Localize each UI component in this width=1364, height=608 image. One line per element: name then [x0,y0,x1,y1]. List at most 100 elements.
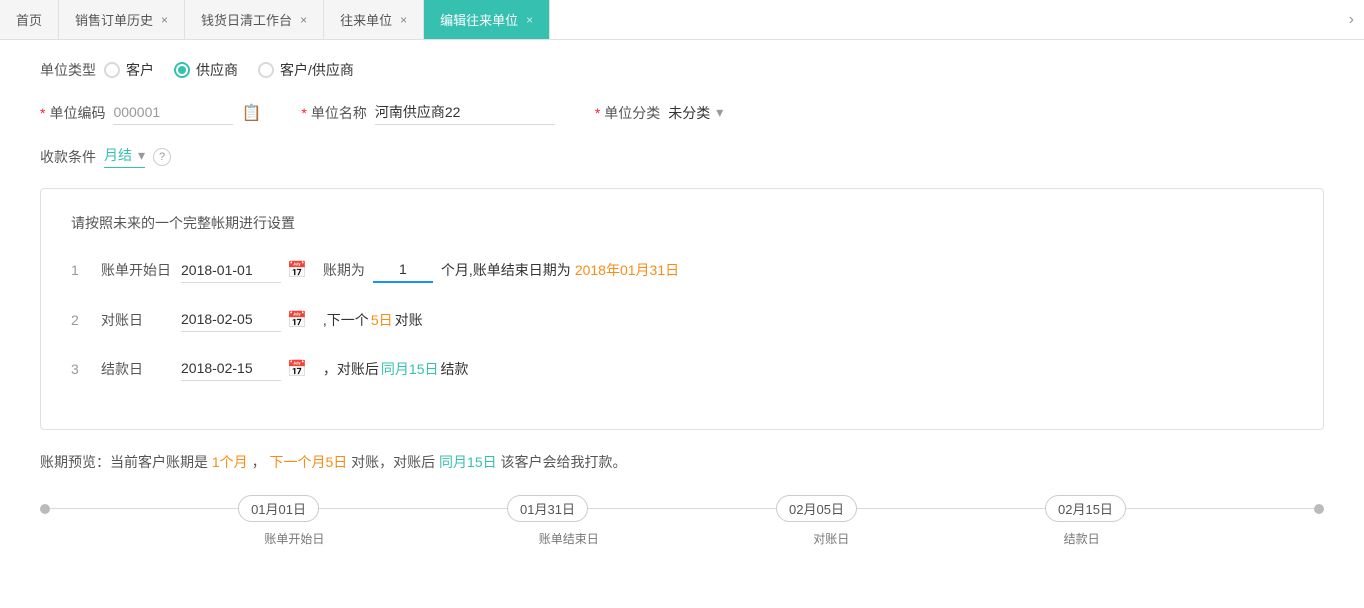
unit-category-dropdown-icon[interactable]: ▾ [716,104,723,121]
preview-item2: 下一个月5日 [269,454,347,470]
timeline-line-5 [1126,508,1314,509]
unit-category-label: 单位分类 [604,103,660,123]
timeline-node-4: 02月15日 [1045,495,1126,522]
tab-home[interactable]: 首页 [0,0,59,39]
row-1-label: 账单开始日 [101,260,181,280]
timeline-line-2 [319,508,507,509]
payment-dropdown[interactable]: 月结 ▾ [104,145,145,168]
unit-category-star: * [595,105,600,121]
tab-partners-label: 往来单位 [340,10,392,29]
unit-code-copy-icon[interactable]: 📋 [241,103,261,123]
unit-code-star: * [40,105,45,121]
row-3-date-input[interactable] [181,356,281,381]
row-2-num: 2 [71,312,101,328]
timeline-label-4-text: 结款日 [1064,530,1100,547]
row-3-label: 结款日 [101,359,181,379]
row-1-desc-prefix: 账期为 [323,260,365,280]
radio-both-label: 客户/供应商 [280,60,354,80]
radio-supplier-label: 供应商 [196,60,238,80]
radio-both-circle [258,62,274,78]
tab-edit-partner-close[interactable]: × [526,13,533,27]
tab-sales-history-label: 销售订单历史 [75,10,153,29]
preview-prefix: 账期预览：当前客户账期是 [40,454,208,470]
row-2-desc1: ,下一个 [323,310,369,330]
radio-both[interactable]: 客户/供应商 [258,60,354,80]
timeline-node-2: 01月31日 [507,495,588,522]
timeline-line-4 [857,508,1045,509]
unit-code-input[interactable] [113,100,233,125]
unit-name-input[interactable] [375,100,555,125]
row-2-label: 对账日 [101,310,181,330]
tab-cash-clear[interactable]: 钱货日清工作台 × [185,0,324,39]
row-1-highlight-date: 2018年01月31日 [575,260,679,280]
radio-customer-label: 客户 [126,60,154,80]
tab-home-label: 首页 [16,10,42,29]
radio-customer-circle [104,62,120,78]
unit-type-row: 单位类型 客户 供应商 客户/供应商 [40,60,1324,80]
tab-sales-history[interactable]: 销售订单历史 × [59,0,185,39]
timeline-date-2: 01月31日 [507,495,588,522]
timeline-track: 01月01日 01月31日 02月05日 02月15日 [40,495,1324,522]
unit-code-label: 单位编码 [49,103,105,123]
timeline-date-1: 01月01日 [238,495,319,522]
row-3-highlight: 同月15日 [381,359,439,379]
timeline-label-1: 账单开始日 [264,530,324,547]
row-3-desc1: ，对账后 [323,359,379,379]
payment-dropdown-arrow[interactable]: ▾ [138,147,145,164]
preview-section: 账期预览：当前客户账期是 1个月 ， 下一个月5日 对账，对账后 同月15日 该… [40,450,1324,475]
timeline-line-1 [50,508,238,509]
timeline-line-3 [588,508,776,509]
radio-supplier[interactable]: 供应商 [174,60,238,80]
section-title: 请按照未来的一个完整帐期进行设置 [71,213,1293,233]
timeline-node-3: 02月05日 [776,495,857,522]
tab-sales-history-close[interactable]: × [161,13,168,27]
row-1-date-input[interactable] [181,258,281,283]
row-1-desc-suffix: 个月,账单结束日期为 [441,260,571,280]
row-3-calendar-icon[interactable]: 📅 [287,359,307,379]
row-2-desc2: 对账 [395,310,423,330]
unit-category-value: 未分类 [668,103,710,123]
radio-supplier-circle [174,62,190,78]
tab-cash-clear-label: 钱货日清工作台 [201,10,292,29]
unit-category-group: * 单位分类 未分类 ▾ [595,103,723,123]
timeline-label-3: 对账日 [813,530,849,547]
timeline-date-3: 02月05日 [776,495,857,522]
unit-code-group: * 单位编码 📋 [40,100,261,125]
tab-edit-partner[interactable]: 编辑往来单位 × [424,0,550,39]
tab-expand-button[interactable]: › [1339,11,1364,29]
preview-mid2: 对账，对账后 [351,454,435,470]
timeline-node-1: 01月01日 [238,495,319,522]
payment-label: 收款条件 [40,147,96,167]
unit-name-group: * 单位名称 [301,100,554,125]
timeline: 01月01日 01月31日 02月05日 02月15日 [40,495,1324,547]
timeline-left-dot [40,504,50,514]
row-2-date-input[interactable] [181,307,281,332]
unit-name-label: 单位名称 [311,103,367,123]
row-1-num: 1 [71,262,101,278]
main-content: 单位类型 客户 供应商 客户/供应商 * 单位编码 📋 * 单位名称 [0,40,1364,608]
row-1-calendar-icon[interactable]: 📅 [287,260,307,280]
payment-help-icon[interactable]: ? [153,148,171,166]
setting-row-2: 2 对账日 📅 ,下一个 5日 对账 [71,307,1293,332]
unit-info-row: * 单位编码 📋 * 单位名称 * 单位分类 未分类 ▾ [40,100,1324,125]
unit-type-label: 单位类型 [40,60,96,80]
tab-cash-clear-close[interactable]: × [300,13,307,27]
row-2-calendar-icon[interactable]: 📅 [287,310,307,330]
timeline-label-2-text: 账单结束日 [539,530,599,547]
row-3-num: 3 [71,361,101,377]
preview-item3: 同月15日 [439,454,497,470]
row-1-period-input[interactable] [373,257,433,283]
payment-row: 收款条件 月结 ▾ ? [40,145,1324,168]
preview-mid1: ， [252,454,266,470]
timeline-label-1-text: 账单开始日 [264,530,324,547]
settings-section: 请按照未来的一个完整帐期进行设置 1 账单开始日 📅 账期为 个月,账单结束日期… [40,188,1324,430]
tab-partners[interactable]: 往来单位 × [324,0,424,39]
preview-suffix: 该客户会给我打款。 [501,454,627,470]
radio-customer[interactable]: 客户 [104,60,154,80]
unit-name-star: * [301,105,306,121]
tab-partners-close[interactable]: × [400,13,407,27]
row-2-highlight: 5日 [371,310,393,330]
timeline-label-3-text: 对账日 [813,530,849,547]
unit-type-radio-group: 客户 供应商 客户/供应商 [104,60,354,80]
tab-bar: 首页 销售订单历史 × 钱货日清工作台 × 往来单位 × 编辑往来单位 × › [0,0,1364,40]
